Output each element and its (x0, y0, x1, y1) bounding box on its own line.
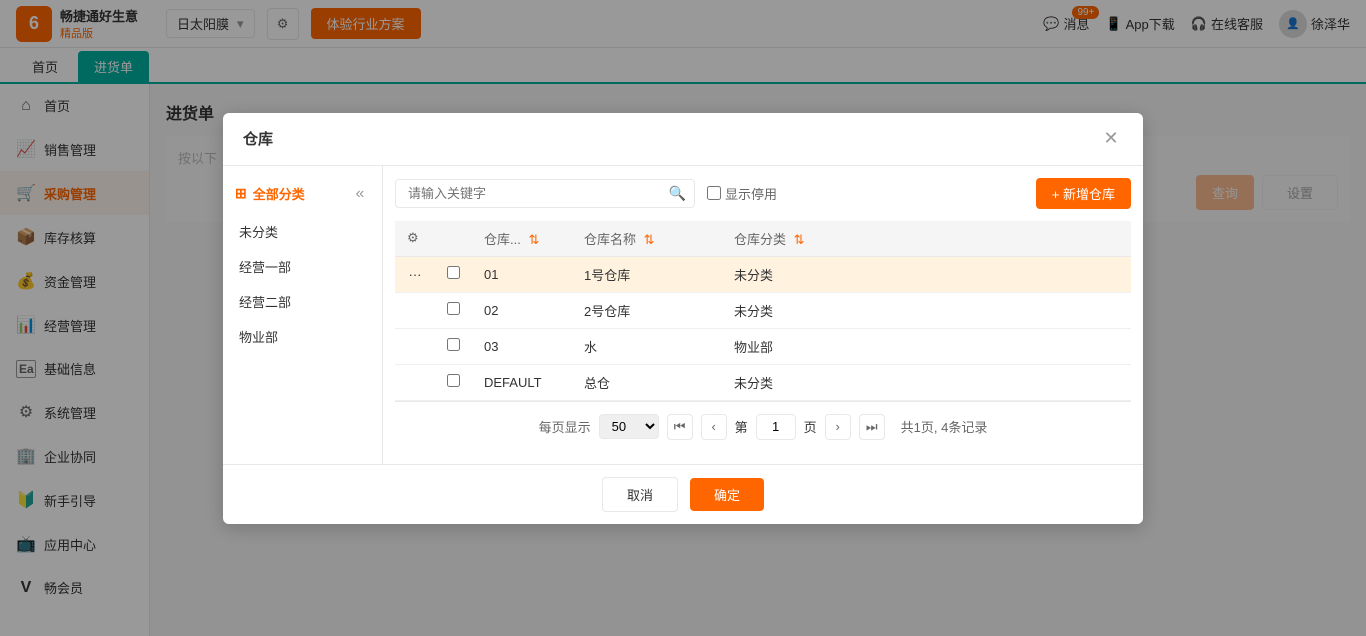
show-disabled-text: 显示停用 (725, 184, 777, 203)
row-name-3: 水 (572, 328, 722, 364)
th-checkbox (435, 221, 472, 257)
modal-title: 仓库 (243, 128, 273, 149)
table-row: 02 2号仓库 未分类 (395, 292, 1131, 328)
page-label: 页 (804, 417, 817, 436)
modal-actions: 取消 确定 (223, 464, 1143, 524)
row-gear-1[interactable]: ··· (395, 256, 435, 292)
category-item-ops1[interactable]: 经营一部 (223, 249, 382, 284)
row-gear-4[interactable] (395, 364, 435, 400)
row-checkbox-2[interactable] (447, 302, 460, 315)
sort-icon-name: ⇅ (644, 232, 655, 247)
table-row: DEFAULT 总仓 未分类 (395, 364, 1131, 400)
row-cb-2[interactable] (435, 292, 472, 328)
modal-table-content: 🔍 显示停用 + 新增仓库 ⚙ (383, 166, 1143, 464)
add-warehouse-button[interactable]: + 新增仓库 (1036, 178, 1131, 209)
category-item-unclassified[interactable]: 未分类 (223, 214, 382, 249)
row-cb-1[interactable] (435, 256, 472, 292)
row-cb-4[interactable] (435, 364, 472, 400)
th-name: 仓库名称 ⇅ (572, 221, 722, 257)
prev-page-button[interactable]: ‹ (701, 414, 727, 440)
modal-close-button[interactable]: ✕ (1099, 127, 1123, 151)
row-category-2: 未分类 (722, 292, 1131, 328)
total-info: 共1页, 4条记录 (901, 417, 988, 436)
row-category-1: 未分类 (722, 256, 1131, 292)
search-box: 🔍 (395, 179, 695, 208)
page-no-label: 第 (735, 417, 748, 436)
row-checkbox-4[interactable] (447, 374, 460, 387)
row-name-1: 1号仓库 (572, 256, 722, 292)
grid-icon: ⊞ (235, 185, 247, 202)
search-icon[interactable]: 🔍 (669, 185, 686, 202)
warehouse-table: ⚙ 仓库... ⇅ 仓库名称 ⇅ (395, 221, 1131, 401)
row-gear-3[interactable] (395, 328, 435, 364)
row-gear-2[interactable] (395, 292, 435, 328)
table-container: ⚙ 仓库... ⇅ 仓库名称 ⇅ (395, 221, 1131, 401)
page-number-input[interactable] (756, 414, 796, 440)
table-header-row: ⚙ 仓库... ⇅ 仓库名称 ⇅ (395, 221, 1131, 257)
warehouse-modal: 仓库 ✕ ⊞ 全部分类 « 未分类 经营一部 经营二部 物业部 (223, 113, 1143, 524)
sort-icon-code: ⇅ (528, 232, 539, 247)
first-page-button[interactable]: ⏮ (667, 414, 693, 440)
row-checkbox-1[interactable] (447, 266, 460, 279)
table-head: ⚙ 仓库... ⇅ 仓库名称 ⇅ (395, 221, 1131, 257)
modal-sidebar-header: ⊞ 全部分类 « (223, 178, 382, 214)
th-gear: ⚙ (395, 221, 435, 257)
next-page-button[interactable]: › (825, 414, 851, 440)
row-name-2: 2号仓库 (572, 292, 722, 328)
confirm-button[interactable]: 确定 (690, 478, 764, 511)
collapse-sidebar-button[interactable]: « (350, 184, 370, 204)
row-category-4: 未分类 (722, 364, 1131, 400)
per-page-label: 每页显示 (539, 417, 591, 436)
table-row: ··· 01 1号仓库 未分类 (395, 256, 1131, 292)
row-code-4: DEFAULT (472, 364, 572, 400)
th-code: 仓库... ⇅ (472, 221, 572, 257)
category-item-ops2[interactable]: 经营二部 (223, 284, 382, 319)
all-category-title[interactable]: ⊞ 全部分类 (235, 184, 305, 203)
last-page-button[interactable]: ⏭ (859, 414, 885, 440)
th-category: 仓库分类 ⇅ (722, 221, 1131, 257)
show-disabled-label[interactable]: 显示停用 (707, 184, 777, 203)
modal-toolbar: 🔍 显示停用 + 新增仓库 (395, 178, 1131, 209)
modal-overlay: 仓库 ✕ ⊞ 全部分类 « 未分类 经营一部 经营二部 物业部 (0, 0, 1366, 636)
modal-category-sidebar: ⊞ 全部分类 « 未分类 经营一部 经营二部 物业部 (223, 166, 383, 464)
show-disabled-checkbox[interactable] (707, 186, 721, 200)
category-item-property[interactable]: 物业部 (223, 319, 382, 354)
row-code-3: 03 (472, 328, 572, 364)
row-category-3: 物业部 (722, 328, 1131, 364)
all-category-label: 全部分类 (253, 184, 305, 203)
row-cb-3[interactable] (435, 328, 472, 364)
pagination-bar: 每页显示 50 10 20 100 ⏮ ‹ 第 页 › ⏭ 共1页, 4条记录 (395, 401, 1131, 452)
modal-body: ⊞ 全部分类 « 未分类 经营一部 经营二部 物业部 🔍 (223, 166, 1143, 464)
modal-header: 仓库 ✕ (223, 113, 1143, 166)
cancel-button[interactable]: 取消 (602, 477, 678, 512)
table-row: 03 水 物业部 (395, 328, 1131, 364)
per-page-select[interactable]: 50 10 20 100 (599, 414, 659, 439)
table-body: ··· 01 1号仓库 未分类 02 2号仓库 (395, 256, 1131, 400)
sort-icon-category: ⇅ (794, 232, 805, 247)
search-input[interactable] (404, 180, 669, 207)
row-name-4: 总仓 (572, 364, 722, 400)
row-checkbox-3[interactable] (447, 338, 460, 351)
row-code-1: 01 (472, 256, 572, 292)
row-code-2: 02 (472, 292, 572, 328)
